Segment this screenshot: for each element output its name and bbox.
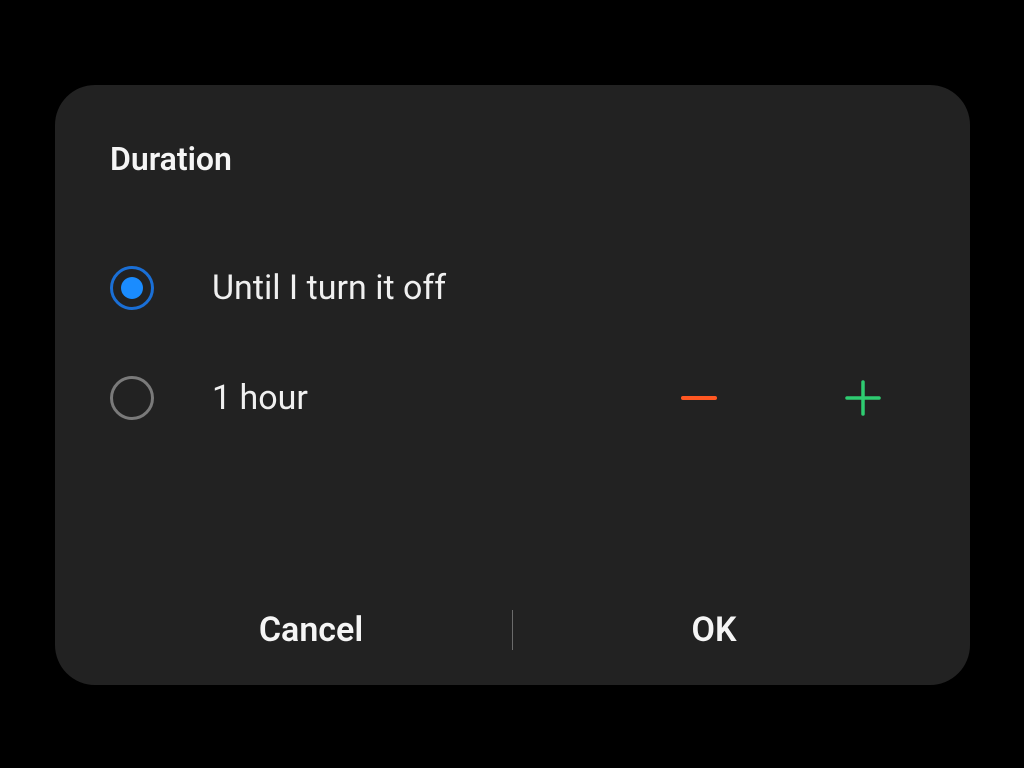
- radio-selected-icon[interactable]: [110, 266, 154, 310]
- option-label: Until I turn it off: [212, 268, 915, 308]
- duration-stepper: [677, 376, 915, 420]
- option-until-off[interactable]: Until I turn it off: [110, 233, 915, 343]
- dialog-title: Duration: [110, 140, 915, 178]
- minus-icon[interactable]: [677, 376, 721, 420]
- duration-dialog: Duration Until I turn it off 1 hour: [55, 85, 970, 685]
- ok-button[interactable]: OK: [513, 590, 915, 670]
- dialog-actions: Cancel OK: [110, 575, 915, 685]
- radio-unselected-icon[interactable]: [110, 376, 154, 420]
- plus-icon[interactable]: [841, 376, 885, 420]
- option-timed[interactable]: 1 hour: [110, 343, 915, 453]
- option-label: 1 hour: [212, 378, 677, 418]
- options-list: Until I turn it off 1 hour: [110, 233, 915, 575]
- cancel-button[interactable]: Cancel: [110, 590, 512, 670]
